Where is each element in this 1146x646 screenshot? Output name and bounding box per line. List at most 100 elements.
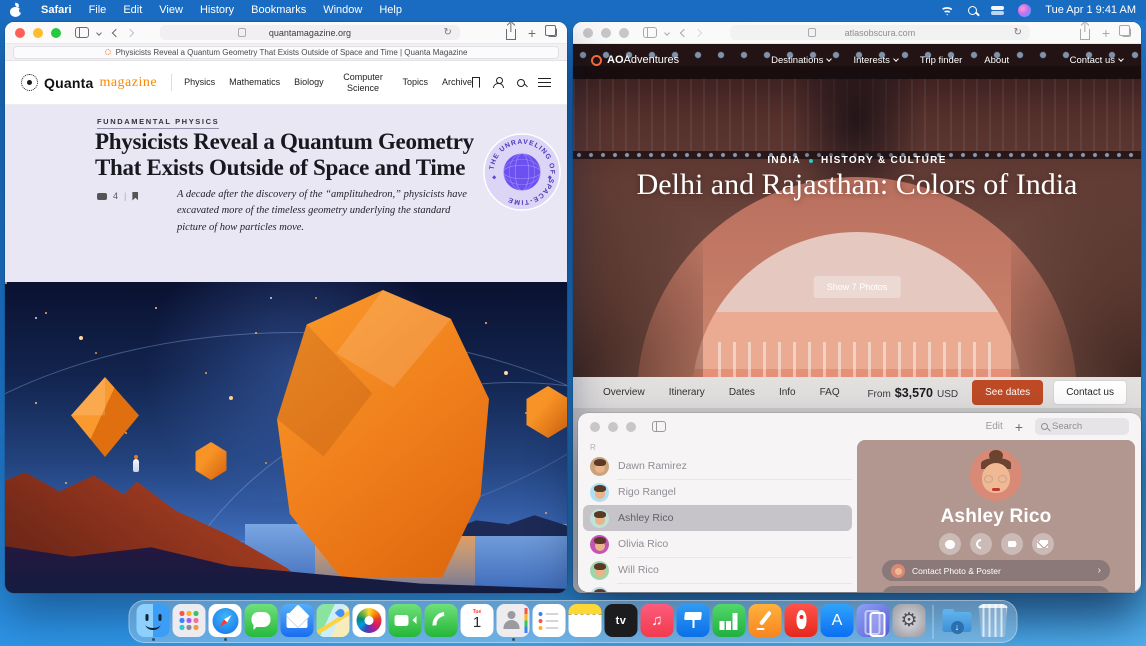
new-tab-button[interactable]: + — [528, 26, 536, 40]
notes-dock-icon[interactable] — [569, 604, 602, 639]
close-button[interactable] — [583, 28, 593, 38]
menu-item-view[interactable]: View — [159, 4, 183, 16]
nav-item-biology[interactable]: Biology — [294, 77, 324, 87]
contact-row[interactable]: Rigo Rangel — [583, 479, 852, 505]
tab-overview-icon[interactable] — [548, 28, 557, 37]
system-settings-dock-icon[interactable]: ⚙ — [893, 604, 926, 639]
tab-quanta-article[interactable]: Physicists Reveal a Quantum Geometry Tha… — [13, 46, 559, 59]
tv-dock-icon[interactable]: tv — [605, 604, 638, 639]
launchpad-dock-icon[interactable] — [173, 604, 206, 639]
contacts-search-field[interactable] — [1035, 418, 1129, 435]
nav-contact-us[interactable]: Contact us — [1070, 55, 1123, 66]
contact-row[interactable]: Ashley Rico — [583, 505, 852, 531]
back-button[interactable] — [681, 30, 687, 36]
see-dates-button[interactable]: See dates — [972, 380, 1043, 405]
menu-app-name[interactable]: Safari — [41, 4, 72, 16]
nav-item-archive[interactable]: Archive — [442, 77, 472, 87]
sidebar-icon[interactable] — [75, 27, 89, 38]
subnav-item-faq[interactable]: FAQ — [820, 387, 840, 398]
menu-item-bookmarks[interactable]: Bookmarks — [251, 4, 306, 16]
nav-item-trip-finder[interactable]: Trip finder — [920, 55, 962, 66]
contact-row[interactable] — [583, 583, 852, 592]
trash-dock-icon[interactable] — [977, 604, 1010, 639]
rocket-dock-icon[interactable] — [785, 604, 818, 639]
close-button[interactable] — [15, 28, 25, 38]
reload-icon[interactable]: ↻ — [1014, 28, 1022, 38]
breadcrumb-region[interactable]: INDIA — [767, 155, 801, 166]
tab-group-chevron-icon[interactable] — [665, 31, 669, 35]
contacts-dock-icon[interactable] — [497, 604, 530, 639]
bookmark-icon[interactable] — [472, 77, 480, 88]
minimize-button[interactable] — [601, 28, 611, 38]
menu-item-edit[interactable]: Edit — [123, 4, 142, 16]
breadcrumb-topic[interactable]: HISTORY & CULTURE — [821, 155, 947, 166]
menu-item-file[interactable]: File — [89, 4, 107, 16]
tab-overview-icon[interactable] — [1122, 28, 1131, 37]
account-icon[interactable] — [493, 77, 504, 88]
zoom-button[interactable] — [619, 28, 629, 38]
nav-item-topics[interactable]: Topics — [402, 77, 428, 87]
photos-dock-icon[interactable] — [353, 604, 386, 639]
contact-us-button[interactable]: Contact us — [1053, 380, 1127, 405]
mail-dock-icon[interactable] — [281, 604, 314, 639]
contact-row[interactable]: Dawn Ramirez — [583, 453, 852, 479]
forward-button[interactable] — [127, 30, 133, 36]
reminders-dock-icon[interactable] — [533, 604, 566, 639]
share-icon[interactable] — [1080, 25, 1090, 40]
new-tab-button[interactable]: + — [1102, 26, 1110, 40]
search-icon[interactable] — [517, 79, 525, 87]
forward-button[interactable] — [695, 30, 701, 36]
message-button[interactable] — [939, 533, 961, 555]
nav-item-destinations[interactable]: Destinations — [771, 55, 831, 66]
partial-row[interactable] — [882, 586, 1110, 592]
phone-dock-icon[interactable] — [425, 604, 458, 639]
wifi-icon[interactable] — [940, 5, 954, 16]
quanta-logo[interactable]: Quantamagazine — [21, 74, 172, 91]
subnav-item-itinerary[interactable]: Itinerary — [669, 387, 705, 398]
nav-item-computer-science[interactable]: Computer Science — [338, 72, 389, 93]
address-bar[interactable]: quantamagazine.org ↻ — [160, 25, 460, 40]
email-button[interactable] — [1032, 533, 1054, 555]
ao-logo[interactable]: AOAdventures — [591, 54, 679, 66]
show-photos-button[interactable]: Show 7 Photos — [814, 276, 901, 298]
contact-row[interactable]: Will Rico — [583, 557, 852, 583]
comment-count[interactable]: 4 — [113, 191, 118, 201]
menu-item-help[interactable]: Help — [379, 4, 402, 16]
zoom-button[interactable] — [626, 422, 636, 432]
messages-dock-icon[interactable] — [245, 604, 278, 639]
subnav-item-info[interactable]: Info — [779, 387, 796, 398]
finder-dock-icon[interactable] — [137, 604, 170, 639]
add-contact-button[interactable]: + — [1015, 420, 1023, 434]
sidebar-icon[interactable] — [643, 27, 657, 38]
minimize-button[interactable] — [608, 422, 618, 432]
zoom-button[interactable] — [51, 28, 61, 38]
page-settings-icon[interactable] — [808, 28, 816, 37]
menu-item-window[interactable]: Window — [323, 4, 362, 16]
app-store-dock-icon[interactable]: A — [821, 604, 854, 639]
contact-avatar[interactable] — [970, 449, 1022, 501]
address-bar[interactable]: atlasobscura.com ↻ — [730, 25, 1030, 40]
numbers-dock-icon[interactable] — [713, 604, 746, 639]
maps-dock-icon[interactable] — [317, 604, 350, 639]
save-article-icon[interactable] — [132, 192, 138, 201]
tab-group-chevron-icon[interactable] — [97, 31, 101, 35]
minimize-button[interactable] — [33, 28, 43, 38]
subnav-item-dates[interactable]: Dates — [729, 387, 755, 398]
downloads-dock-icon[interactable]: ↓ — [941, 604, 974, 639]
search-input[interactable] — [1052, 421, 1122, 432]
iphone-mirroring-dock-icon[interactable] — [857, 604, 890, 639]
menu-item-history[interactable]: History — [200, 4, 234, 16]
article-kicker[interactable]: FUNDAMENTAL PHYSICS — [97, 117, 219, 129]
menu-icon[interactable] — [538, 78, 551, 87]
music-dock-icon[interactable]: ♫ — [641, 604, 674, 639]
share-icon[interactable] — [506, 25, 516, 40]
comments-icon[interactable] — [97, 193, 107, 200]
article-headline[interactable]: Physicists Reveal a Quantum Geometry Tha… — [95, 129, 495, 181]
call-button[interactable] — [970, 533, 992, 555]
reload-icon[interactable]: ↻ — [444, 28, 452, 38]
sidebar-icon[interactable] — [652, 421, 666, 432]
calendar-dock-icon[interactable]: Tue1 — [461, 604, 494, 639]
safari-dock-icon[interactable] — [209, 604, 242, 639]
contact-row[interactable]: Olivia Rico — [583, 531, 852, 557]
nav-item-mathematics[interactable]: Mathematics — [229, 77, 280, 87]
